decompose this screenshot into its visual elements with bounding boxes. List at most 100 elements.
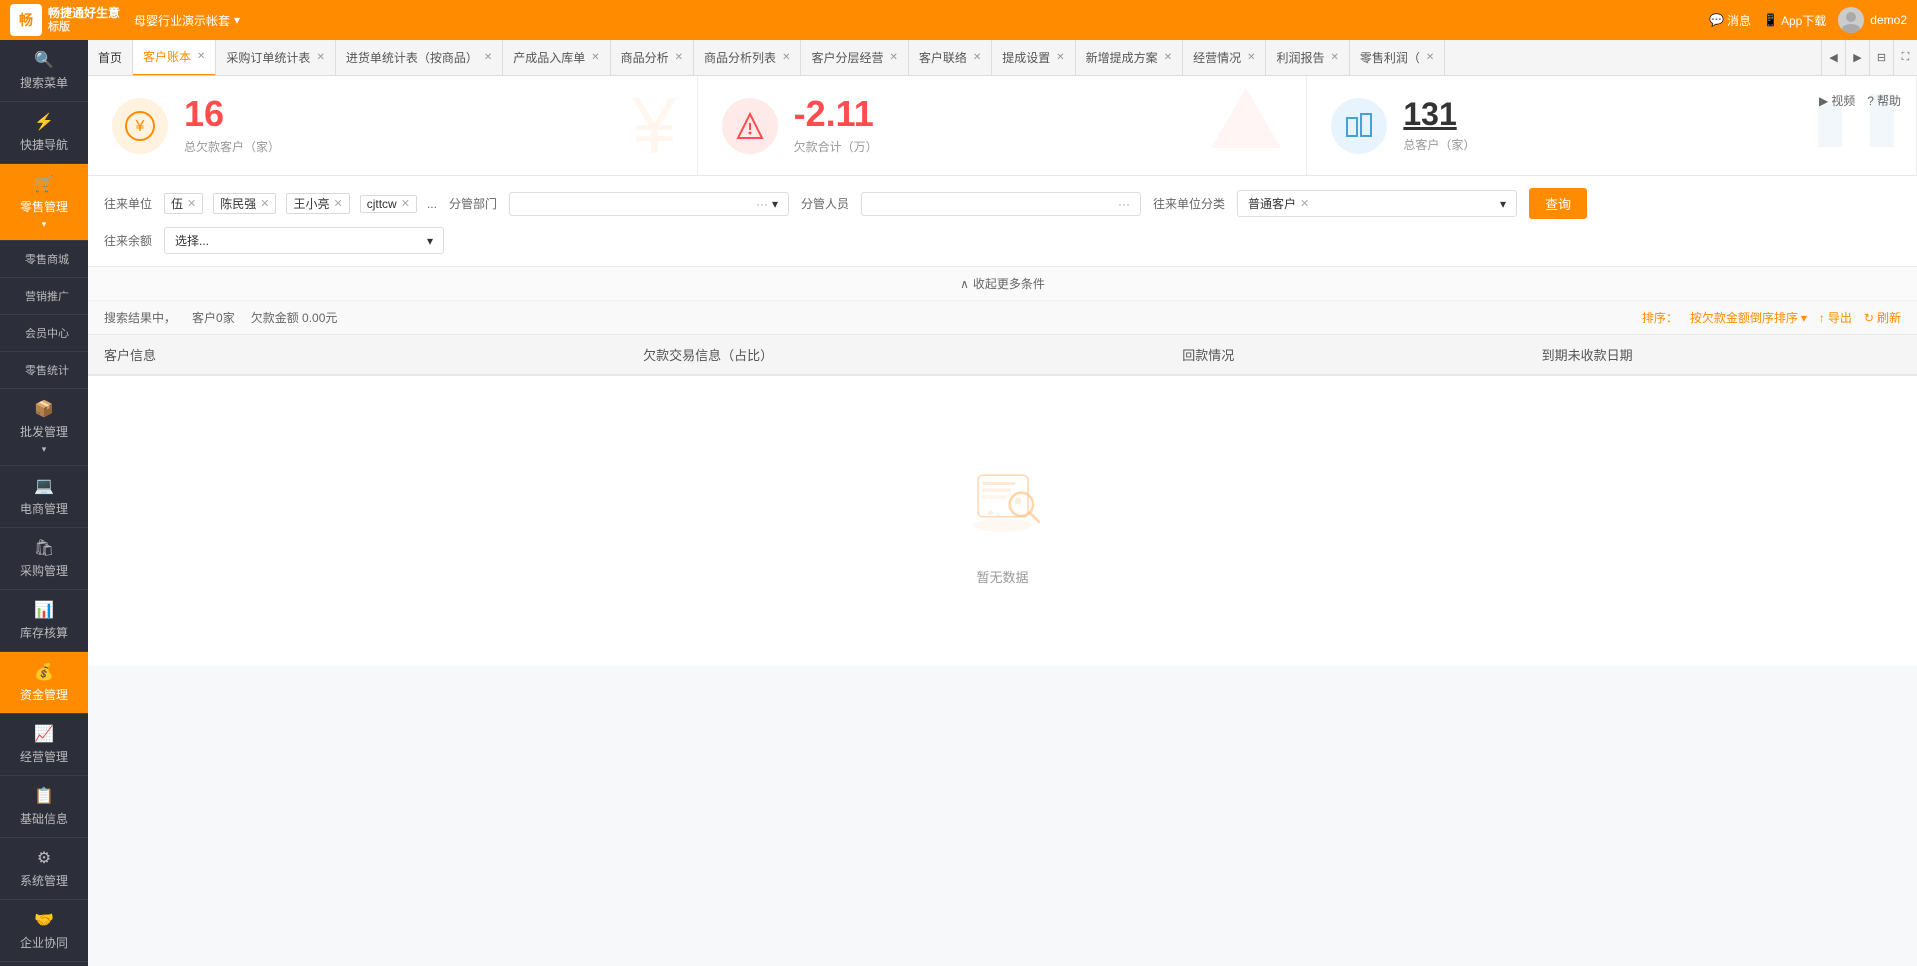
collapse-btn[interactable]: ∧ 收起更多条件 — [948, 271, 1057, 296]
export-btn[interactable]: ↑ 导出 — [1819, 309, 1852, 326]
unit-tag-wu-close[interactable]: ✕ — [187, 197, 196, 210]
tab-new-raise-label: 新增提成方案 — [1086, 49, 1158, 66]
tab-raise-setting-label: 提成设置 — [1002, 49, 1050, 66]
sidebar-item-retail-stat[interactable]: 零售统计 — [0, 352, 88, 389]
sidebar-item-corp-agree[interactable]: 🤝 企业协同 — [0, 900, 88, 962]
unit-tag-wu[interactable]: 伍 ✕ — [164, 193, 203, 214]
sidebar-basic-info-label: 基础信息 — [20, 810, 68, 827]
tab-customer-tier-close[interactable]: ✕ — [889, 52, 897, 63]
tab-raise-setting[interactable]: 提成设置 ✕ — [992, 40, 1075, 76]
unit-tag-wang[interactable]: 王小亮 ✕ — [286, 193, 349, 214]
unit-tag-cjttcw-close[interactable]: ✕ — [401, 197, 410, 210]
tab-product-analysis-list-close[interactable]: ✕ — [782, 52, 790, 63]
content-area: 首页 客户账本 ✕ 采购订单统计表 ✕ 进货单统计表（按商品） ✕ — [88, 40, 1917, 966]
user-area[interactable]: demo2 — [1838, 7, 1907, 33]
tab-profit-report-close[interactable]: ✕ — [1331, 52, 1339, 63]
tab-operation-stat-label: 经营情况 — [1193, 49, 1241, 66]
unit-tag-wang-close[interactable]: ✕ — [334, 197, 343, 210]
sidebar-retail-mall-label: 零售商城 — [25, 251, 69, 267]
tab-customer-tier[interactable]: 客户分层经营 ✕ — [801, 40, 908, 76]
dept-filter-dropdown[interactable]: ··· ▾ — [509, 192, 789, 216]
app-download-btn[interactable]: 📱 App下载 — [1763, 12, 1826, 29]
tab-operation-stat[interactable]: 经营情况 ✕ — [1183, 40, 1266, 76]
tab-new-raise-close[interactable]: ✕ — [1164, 52, 1172, 63]
download-icon: 📱 — [1763, 13, 1778, 27]
unit-type-dropdown[interactable]: 普通客户 ✕ ▾ — [1237, 190, 1517, 217]
tab-retail-profit-close[interactable]: ✕ — [1426, 52, 1434, 63]
person-filter-dropdown[interactable]: ··· — [861, 192, 1141, 216]
unit-tag-chen[interactable]: 陈民强 ✕ — [213, 193, 276, 214]
tab-stock-stat[interactable]: 进货单统计表（按商品） ✕ — [336, 40, 503, 76]
unit-tag-chen-close[interactable]: ✕ — [260, 197, 269, 210]
unit-type-tag[interactable]: 普通客户 ✕ — [1248, 195, 1309, 212]
person-ellipsis-btn[interactable]: ··· — [1118, 197, 1130, 211]
sidebar-item-finance[interactable]: 💰 资金管理 — [0, 652, 88, 714]
help-links: ▶ 视频 ? 帮助 — [1819, 92, 1901, 109]
sort-select[interactable]: 按欠款金额倒序排序 ▾ — [1690, 309, 1807, 326]
sidebar-item-search[interactable]: 🔍 搜索菜单 — [0, 40, 88, 102]
store-name: 母婴行业演示帐套 — [134, 12, 230, 29]
stat-bg-icon-amount — [1206, 80, 1286, 172]
tab-product-in[interactable]: 产成品入库单 ✕ — [503, 40, 610, 76]
sidebar-item-sys[interactable]: ⚙ 系统管理 — [0, 838, 88, 900]
tab-product-analysis[interactable]: 商品分析 ✕ — [611, 40, 694, 76]
tab-fullscreen-btn[interactable]: ⛶ — [1893, 40, 1917, 76]
query-button[interactable]: 查询 — [1529, 188, 1587, 219]
video-btn[interactable]: ▶ 视频 — [1819, 92, 1855, 109]
unit-tag-cjttcw-text: cjttcw — [367, 197, 397, 211]
message-btn[interactable]: 💬 消息 — [1709, 12, 1751, 29]
tab-home[interactable]: 首页 — [88, 40, 133, 76]
sidebar-item-batch[interactable]: 📦 批发管理 ▾ — [0, 389, 88, 466]
sidebar-item-marketing[interactable]: 营销推广 — [0, 278, 88, 315]
tab-stock-stat-label: 进货单统计表（按商品） — [346, 49, 478, 66]
tab-retail-profit[interactable]: 零售利润（ ✕ — [1350, 40, 1445, 76]
tab-customer-contact[interactable]: 客户联络 ✕ — [909, 40, 992, 76]
svg-text:¥: ¥ — [135, 118, 145, 135]
tab-purchase-order[interactable]: 采购订单统计表 ✕ — [216, 40, 335, 76]
refresh-label: 刷新 — [1877, 309, 1901, 326]
tab-prev-btn[interactable]: ◀ — [1821, 40, 1845, 76]
tab-product-in-close[interactable]: ✕ — [591, 52, 599, 63]
unit-type-tag-close[interactable]: ✕ — [1300, 197, 1309, 210]
sidebar-item-new-guide[interactable]: 🎯 新手引导 — [0, 962, 88, 966]
unit-tag-more[interactable]: ... — [427, 197, 437, 211]
tab-product-in-label: 产成品入库单 — [513, 49, 585, 66]
sidebar-item-operation[interactable]: 📈 经营管理 — [0, 714, 88, 776]
retail-icon: 🛒 — [34, 174, 54, 194]
tab-expand-btn[interactable]: ⊟ — [1869, 40, 1893, 76]
tab-customer-book-close[interactable]: ✕ — [197, 51, 205, 62]
tab-customer-contact-close[interactable]: ✕ — [973, 52, 981, 63]
tab-profit-report-label: 利润报告 — [1276, 49, 1324, 66]
tab-customer-book[interactable]: 客户账本 ✕ — [133, 40, 216, 76]
tab-raise-setting-close[interactable]: ✕ — [1056, 52, 1064, 63]
stat-card-total: 131 总客户（家） — [1307, 76, 1917, 175]
sidebar-batch-label: 批发管理 — [20, 423, 68, 440]
tab-product-analysis-close[interactable]: ✕ — [675, 52, 683, 63]
tab-stock-stat-close[interactable]: ✕ — [484, 52, 492, 63]
sidebar-item-inventory[interactable]: 📊 库存核算 — [0, 590, 88, 652]
sidebar-item-retail-mall[interactable]: 零售商城 — [0, 241, 88, 278]
sidebar-item-quick-nav[interactable]: ⚡ 快捷导航 — [0, 102, 88, 164]
tab-purchase-order-close[interactable]: ✕ — [316, 52, 324, 63]
unit-tag-cjttcw[interactable]: cjttcw ✕ — [360, 195, 417, 213]
tab-profit-report[interactable]: 利润报告 ✕ — [1266, 40, 1349, 76]
th-repayment: 回款情况 — [1182, 345, 1541, 364]
help-btn[interactable]: ? 帮助 — [1867, 92, 1901, 109]
tab-product-analysis-list[interactable]: 商品分析列表 ✕ — [694, 40, 801, 76]
sidebar-item-ecommerce[interactable]: 💻 电商管理 — [0, 466, 88, 528]
balance-filter-dropdown[interactable]: 选择... ▾ — [164, 227, 444, 254]
sidebar-item-member[interactable]: 会员中心 — [0, 315, 88, 352]
sidebar-item-basic-info[interactable]: 📋 基础信息 — [0, 776, 88, 838]
search-icon: 🔍 — [34, 50, 54, 70]
result-actions: 排序： 按欠款金额倒序排序 ▾ ↑ 导出 ↻ 刷新 — [1642, 309, 1901, 326]
dept-ellipsis-btn[interactable]: ··· — [756, 197, 768, 211]
tab-operation-stat-close[interactable]: ✕ — [1247, 52, 1255, 63]
tab-new-raise[interactable]: 新增提成方案 ✕ — [1076, 40, 1183, 76]
tab-next-btn[interactable]: ▶ — [1845, 40, 1869, 76]
store-selector[interactable]: 母婴行业演示帐套 ▾ — [128, 10, 246, 31]
unit-tag-wu-text: 伍 — [171, 195, 183, 212]
store-arrow-icon: ▾ — [234, 13, 240, 27]
sidebar-item-retail[interactable]: 🛒 零售管理 ▾ — [0, 164, 88, 241]
sidebar-item-purchase[interactable]: 🛍 采购管理 — [0, 528, 88, 590]
refresh-btn[interactable]: ↻ 刷新 — [1864, 309, 1901, 326]
